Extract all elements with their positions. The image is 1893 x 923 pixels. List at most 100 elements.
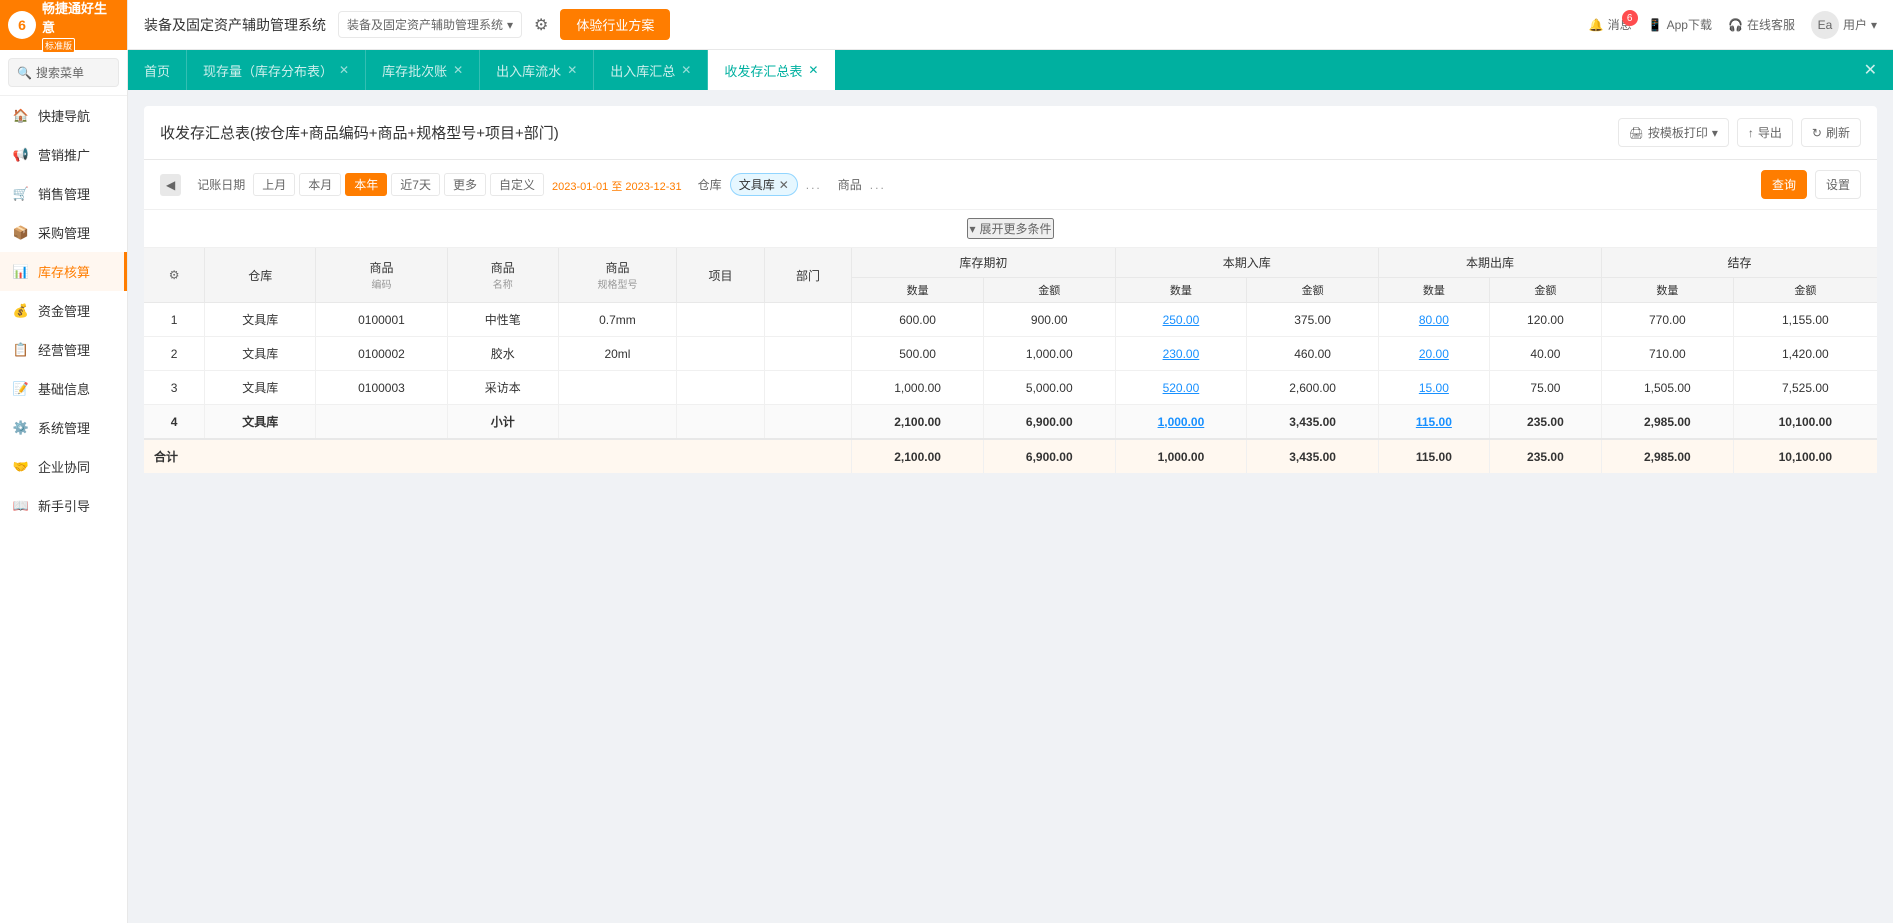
row-project: [677, 371, 765, 405]
warehouse-filter-section: 仓库 文具库 ✕ ...: [698, 173, 822, 196]
search-menu-button[interactable]: 🔍 搜索菜单: [8, 58, 119, 87]
period-custom[interactable]: 自定义: [490, 173, 544, 196]
page-content: 收发存汇总表(按仓库+商品编码+商品+规格型号+项目+部门) 🖨 按模板打印 ▾…: [128, 90, 1893, 923]
row-in-qty[interactable]: 520.00: [1115, 371, 1247, 405]
user-button[interactable]: Ea 用户 ▾: [1811, 11, 1877, 39]
row-no: 3: [144, 371, 205, 405]
footer-out-qty: 115.00: [1378, 439, 1489, 473]
close-icon[interactable]: ✕: [339, 63, 349, 77]
refresh-button[interactable]: ↻ 刷新: [1801, 118, 1861, 147]
col-opening-qty-header: 数量: [852, 278, 984, 303]
row-name: 小计: [447, 405, 558, 440]
close-icon[interactable]: ✕: [453, 63, 463, 77]
sidebar: 6 畅捷通好生意 标准版 🔍 搜索菜单 🏠 快捷导航 📢 营销推广 🛒 销售管理…: [0, 0, 128, 923]
row-dept: [764, 337, 852, 371]
remove-warehouse-tag-button[interactable]: ✕: [779, 178, 789, 192]
row-out-qty[interactable]: 80.00: [1378, 303, 1489, 337]
printer-icon: 🖨: [1629, 126, 1644, 140]
row-name: 中性笔: [447, 303, 558, 337]
goods-filter-label: 商品: [838, 176, 862, 193]
row-out-qty[interactable]: 15.00: [1378, 371, 1489, 405]
row-out-amt: 120.00: [1489, 303, 1601, 337]
row-in-qty-link[interactable]: 1,000.00: [1158, 415, 1205, 429]
sidebar-item-collab[interactable]: 🤝 企业协同: [0, 447, 127, 486]
cart-icon: 🛒: [12, 185, 30, 203]
table-row: 4文具库小计2,100.006,900.001,000.003,435.0011…: [144, 405, 1877, 440]
row-out-qty-link[interactable]: 20.00: [1419, 347, 1449, 361]
query-button[interactable]: 查询: [1761, 170, 1807, 199]
chevron-down-icon: ▾: [507, 18, 513, 32]
table-header-row-top: ⚙ 仓库 商品编码 商品名称 商品规格型号 项目 部门 库存期初 本期入库 本期…: [144, 248, 1877, 278]
sidebar-item-purchase[interactable]: 📦 采购管理: [0, 213, 127, 252]
col-code-header: 商品编码: [316, 248, 448, 303]
sidebar-item-inventory[interactable]: 📊 库存核算: [0, 252, 127, 291]
sidebar-item-marketing[interactable]: 📢 营销推广: [0, 135, 127, 174]
home-icon: 🏠: [12, 107, 30, 125]
period-more[interactable]: 更多: [444, 173, 486, 196]
period-7days[interactable]: 近7天: [391, 173, 440, 196]
row-opening-amt: 900.00: [983, 303, 1115, 337]
column-settings-icon[interactable]: ⚙: [169, 268, 180, 282]
sidebar-item-sales[interactable]: 🛒 销售管理: [0, 174, 127, 213]
warehouse-more-button[interactable]: ...: [806, 178, 822, 192]
col-project-header: 项目: [677, 248, 765, 303]
tab-batch[interactable]: 库存批次账 ✕: [366, 50, 480, 90]
row-out-qty[interactable]: 20.00: [1378, 337, 1489, 371]
row-in-qty-link[interactable]: 520.00: [1163, 381, 1200, 395]
close-icon[interactable]: ✕: [567, 63, 577, 77]
goods-more-button[interactable]: ...: [870, 178, 886, 192]
row-in-qty-link[interactable]: 250.00: [1163, 313, 1200, 327]
tab-summary-io[interactable]: 出入库汇总 ✕: [594, 50, 708, 90]
tab-stock[interactable]: 现存量（库存分布表） ✕: [187, 50, 366, 90]
row-in-qty[interactable]: 230.00: [1115, 337, 1247, 371]
period-this-month[interactable]: 本月: [299, 173, 341, 196]
sidebar-search-area: 🔍 搜索菜单: [0, 50, 127, 96]
date-range-display: 2023-01-01 至 2023-12-31: [552, 176, 682, 194]
row-balance-amt: 1,155.00: [1733, 303, 1877, 337]
row-project: [677, 337, 765, 371]
tab-home[interactable]: 首页: [128, 50, 187, 90]
row-name: 采访本: [447, 371, 558, 405]
sidebar-item-quicknav[interactable]: 🏠 快捷导航: [0, 96, 127, 135]
row-in-qty-link[interactable]: 230.00: [1163, 347, 1200, 361]
period-this-year[interactable]: 本年: [345, 173, 387, 196]
message-button[interactable]: 🔔 消息 6: [1589, 16, 1632, 33]
print-button[interactable]: 🖨 按模板打印 ▾: [1618, 118, 1729, 147]
warehouse-tag: 文具库 ✕: [730, 173, 798, 196]
row-out-qty-link[interactable]: 15.00: [1419, 381, 1449, 395]
close-icon[interactable]: ✕: [808, 63, 818, 77]
export-icon: ↑: [1748, 126, 1754, 140]
row-in-qty[interactable]: 250.00: [1115, 303, 1247, 337]
sidebar-item-finance[interactable]: 💰 资金管理: [0, 291, 127, 330]
logo-text: 畅捷通好生意 标准版: [42, 0, 119, 53]
tab-flow[interactable]: 出入库流水 ✕: [480, 50, 594, 90]
app-download-button[interactable]: 📱 App下载: [1648, 16, 1712, 33]
row-out-qty-link[interactable]: 80.00: [1419, 313, 1449, 327]
expand-conditions-button[interactable]: ▾ 展开更多条件: [967, 218, 1053, 239]
row-balance-amt: 10,100.00: [1733, 405, 1877, 440]
filter-settings-button[interactable]: 设置: [1815, 170, 1861, 199]
system-dropdown[interactable]: 装备及固定资产辅助管理系统 ▾: [338, 11, 522, 38]
chevron-down-icon: ▾: [1871, 18, 1877, 32]
close-icon[interactable]: ✕: [681, 63, 691, 77]
row-out-qty[interactable]: 115.00: [1378, 405, 1489, 440]
sidebar-item-operations[interactable]: 📋 经营管理: [0, 330, 127, 369]
filter-collapse-button[interactable]: ◀: [160, 174, 181, 196]
period-last-month[interactable]: 上月: [253, 173, 295, 196]
row-out-qty-link[interactable]: 115.00: [1416, 415, 1452, 429]
settings-icon[interactable]: ⚙: [534, 15, 548, 35]
export-button[interactable]: ↑ 导出: [1737, 118, 1793, 147]
col-out-amt-header: 金额: [1489, 278, 1601, 303]
footer-balance-qty: 2,985.00: [1602, 439, 1734, 473]
trial-button[interactable]: 体验行业方案: [560, 9, 670, 40]
sidebar-item-system[interactable]: ⚙️ 系统管理: [0, 408, 127, 447]
sidebar-item-basic[interactable]: 📝 基础信息: [0, 369, 127, 408]
col-spec-header: 商品规格型号: [558, 248, 677, 303]
row-in-qty[interactable]: 1,000.00: [1115, 405, 1247, 440]
sidebar-nav: 🏠 快捷导航 📢 营销推广 🛒 销售管理 📦 采购管理 📊 库存核算 💰 资金管…: [0, 96, 127, 923]
close-all-tabs-button[interactable]: ✕: [1848, 50, 1893, 90]
online-service-button[interactable]: 🎧 在线客服: [1728, 16, 1795, 33]
sidebar-item-guide[interactable]: 📖 新手引导: [0, 486, 127, 525]
tab-summary-recv[interactable]: 收发存汇总表 ✕: [708, 50, 835, 90]
sidebar-logo: 6 畅捷通好生意 标准版: [0, 0, 127, 50]
